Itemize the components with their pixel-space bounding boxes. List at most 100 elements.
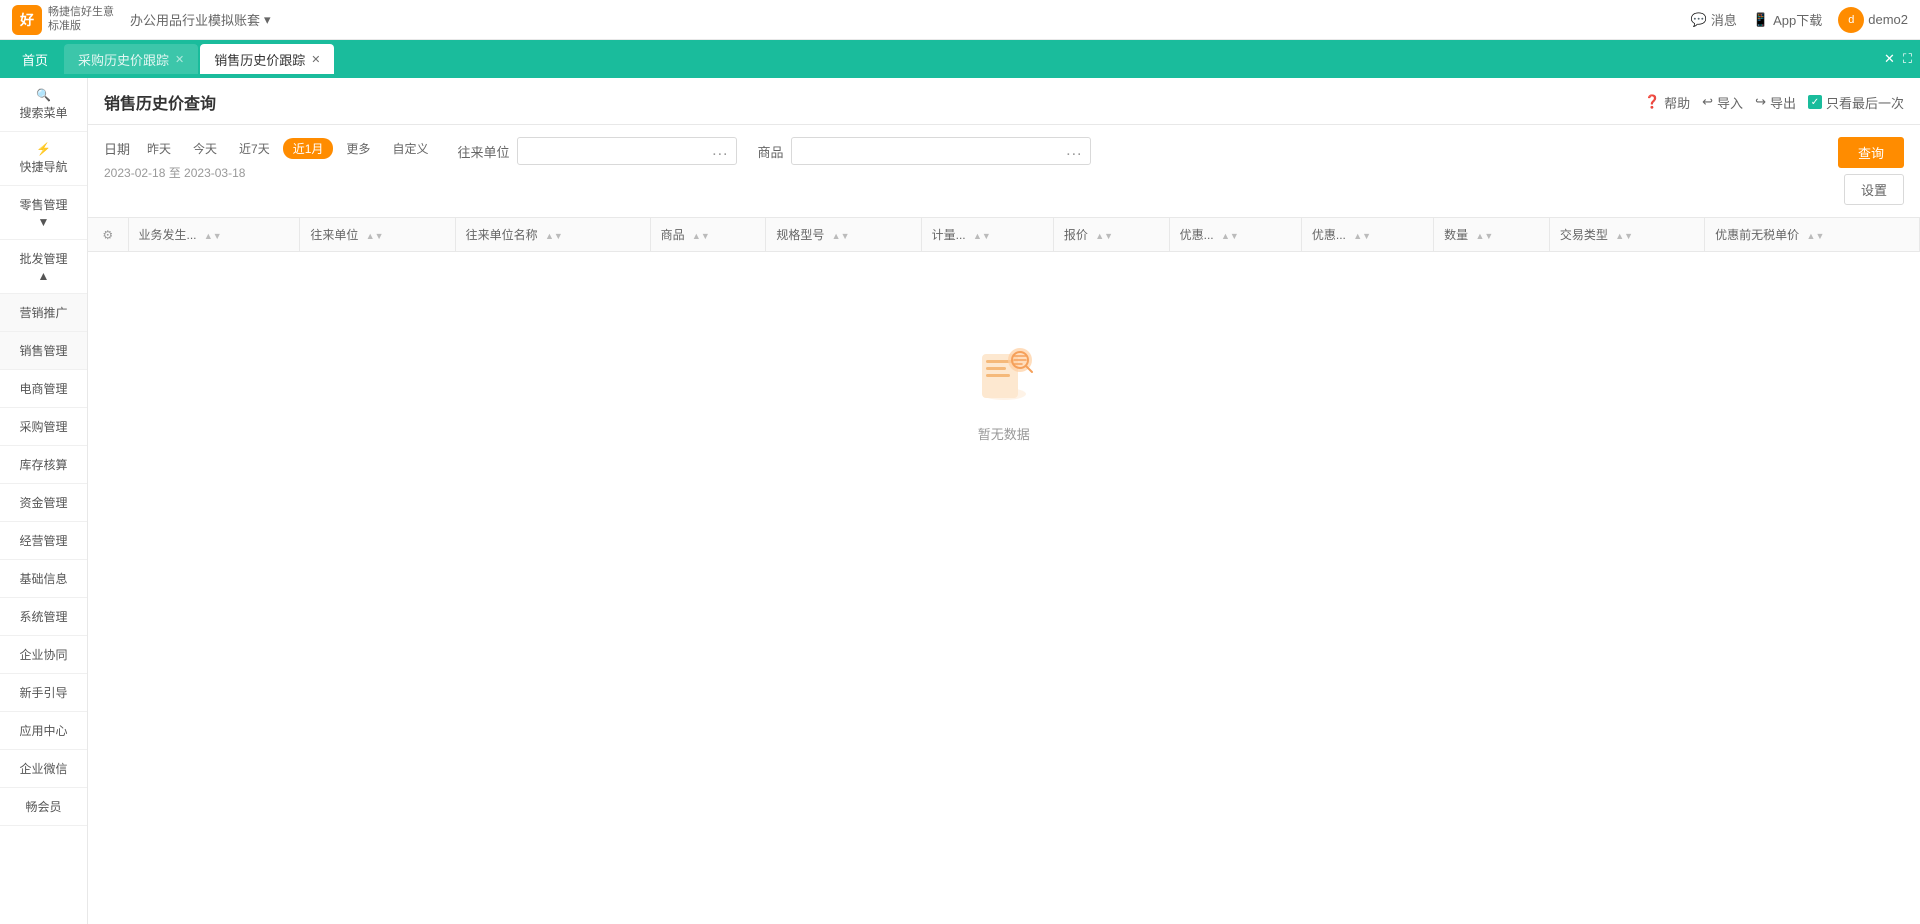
col-partner-name[interactable]: 往来单位名称 ▲▼ bbox=[455, 218, 650, 252]
page-header: 销售历史价查询 ❓ 帮助 ↩ 导入 ↪ 导出 ✓ 只看最后一次 bbox=[88, 78, 1920, 125]
help-icon: ❓ bbox=[1644, 94, 1660, 110]
sort-icon: ▲▼ bbox=[1475, 232, 1493, 241]
sidebar-item-finance[interactable]: 资金管理 bbox=[0, 484, 87, 522]
date-btn-yesterday[interactable]: 昨天 bbox=[138, 137, 180, 160]
col-price[interactable]: 报价 ▲▼ bbox=[1053, 218, 1169, 252]
user-menu[interactable]: d demo2 bbox=[1838, 7, 1908, 33]
col-biz-date[interactable]: 业务发生... ▲▼ bbox=[128, 218, 300, 252]
sidebar-item-marketing[interactable]: 营销推广 bbox=[0, 294, 87, 332]
query-button[interactable]: 查询 bbox=[1838, 137, 1904, 168]
filter-area: 日期 昨天 今天 近7天 近1月 更多 自定义 2023-02-18 至 202… bbox=[88, 125, 1920, 218]
export-button[interactable]: ↪ 导出 bbox=[1755, 93, 1796, 112]
partner-input[interactable]: ... bbox=[517, 137, 737, 165]
col-spec[interactable]: 规格型号 ▲▼ bbox=[766, 218, 921, 252]
export-icon: ↪ bbox=[1755, 94, 1766, 110]
help-button[interactable]: ❓ 帮助 bbox=[1644, 93, 1690, 112]
sort-icon: ▲▼ bbox=[1615, 232, 1633, 241]
settings-button[interactable]: 设置 bbox=[1844, 174, 1904, 205]
tab-purchase[interactable]: 采购历史价跟踪 ✕ bbox=[64, 44, 198, 74]
sidebar-item-app-center[interactable]: 应用中心 bbox=[0, 712, 87, 750]
product-input[interactable]: ... bbox=[791, 137, 1091, 165]
gear-icon[interactable]: ⚙ bbox=[102, 228, 113, 242]
chevron-up-icon: ▲ bbox=[38, 269, 50, 283]
sort-icon: ▲▼ bbox=[1353, 232, 1371, 241]
tab-bar-right: ✕ ⛶ bbox=[1884, 51, 1912, 67]
filter-product-group: 商品 ... bbox=[757, 137, 1091, 165]
top-bar-left: 好 畅捷信好生意 标准版 办公用品行业模拟账套 ▾ bbox=[12, 5, 279, 35]
data-table: ⚙ 业务发生... ▲▼ 往来单位 ▲▼ 往来单位名称 ▲▼ bbox=[88, 218, 1920, 523]
chevron-down-icon: ▼ bbox=[38, 215, 50, 229]
sidebar-item-shortcuts[interactable]: ⚡ 快捷导航 bbox=[0, 132, 87, 186]
sidebar-item-search[interactable]: 🔍 搜索菜单 bbox=[0, 78, 87, 132]
shortcuts-icon: ⚡ bbox=[36, 142, 51, 156]
col-discount1[interactable]: 优惠... ▲▼ bbox=[1169, 218, 1301, 252]
logo-area: 好 畅捷信好生意 标准版 bbox=[12, 5, 114, 35]
top-bar-right: 💬 消息 📱 App下载 d demo2 bbox=[1691, 7, 1908, 33]
close-window-icon[interactable]: ✕ bbox=[1884, 51, 1895, 67]
filter-right: 查询 设置 bbox=[1838, 137, 1904, 205]
tab-purchase-close[interactable]: ✕ bbox=[175, 53, 184, 66]
tab-sales-close[interactable]: ✕ bbox=[311, 53, 320, 66]
chevron-down-icon: ▾ bbox=[264, 12, 271, 28]
phone-icon: 📱 bbox=[1753, 12, 1769, 28]
date-btn-more[interactable]: 更多 bbox=[337, 137, 379, 160]
sort-icon: ▲▼ bbox=[545, 232, 563, 241]
import-icon: ↩ bbox=[1702, 94, 1713, 110]
col-settings[interactable]: ⚙ bbox=[88, 218, 128, 252]
tab-sales[interactable]: 销售历史价跟踪 ✕ bbox=[200, 44, 334, 74]
message-icon: 💬 bbox=[1691, 12, 1707, 28]
sidebar-item-retail[interactable]: 零售管理 ▼ bbox=[0, 186, 87, 240]
main-layout: 🔍 搜索菜单 ⚡ 快捷导航 零售管理 ▼ 批发管理 ▲ 营销推广 销售管理 电商… bbox=[0, 78, 1920, 924]
sidebar-item-basic[interactable]: 基础信息 bbox=[0, 560, 87, 598]
sort-icon: ▲▼ bbox=[692, 232, 710, 241]
product-dots: ... bbox=[1066, 142, 1082, 160]
sort-icon: ▲▼ bbox=[1807, 232, 1825, 241]
message-button[interactable]: 💬 消息 bbox=[1691, 10, 1737, 29]
page-title: 销售历史价查询 bbox=[104, 90, 216, 114]
date-btn-custom[interactable]: 自定义 bbox=[383, 137, 437, 160]
partner-dots: ... bbox=[712, 142, 728, 160]
top-bar: 好 畅捷信好生意 标准版 办公用品行业模拟账套 ▾ 💬 消息 📱 App下载 d… bbox=[0, 0, 1920, 40]
maximize-icon[interactable]: ⛶ bbox=[1903, 51, 1912, 67]
filter-date-group: 日期 昨天 今天 近7天 近1月 更多 自定义 bbox=[104, 137, 437, 160]
avatar: d bbox=[1838, 7, 1864, 33]
page-header-actions: ❓ 帮助 ↩ 导入 ↪ 导出 ✓ 只看最后一次 bbox=[1644, 93, 1904, 112]
sidebar-item-system[interactable]: 系统管理 bbox=[0, 598, 87, 636]
logo-text: 畅捷信好生意 标准版 bbox=[48, 6, 114, 32]
app-download-button[interactable]: 📱 App下载 bbox=[1753, 10, 1822, 29]
col-pre-tax-price[interactable]: 优惠前无税单价 ▲▼ bbox=[1705, 218, 1920, 252]
only-last-checkbox[interactable]: ✓ 只看最后一次 bbox=[1808, 93, 1904, 112]
col-discount2[interactable]: 优惠... ▲▼ bbox=[1301, 218, 1433, 252]
sort-icon: ▲▼ bbox=[832, 232, 850, 241]
date-range: 2023-02-18 至 2023-03-18 bbox=[104, 164, 437, 181]
sort-icon: ▲▼ bbox=[204, 232, 222, 241]
col-quantity[interactable]: 数量 ▲▼ bbox=[1434, 218, 1550, 252]
sidebar-item-enterprise[interactable]: 企业协同 bbox=[0, 636, 87, 674]
workspace-selector[interactable]: 办公用品行业模拟账套 ▾ bbox=[122, 6, 279, 33]
sort-icon: ▲▼ bbox=[1221, 232, 1239, 241]
import-button[interactable]: ↩ 导入 bbox=[1702, 93, 1743, 112]
date-btn-7days[interactable]: 近7天 bbox=[230, 137, 279, 160]
col-trade-type[interactable]: 交易类型 ▲▼ bbox=[1549, 218, 1704, 252]
sidebar-item-wholesale[interactable]: 批发管理 ▲ bbox=[0, 240, 87, 294]
filter-date-col: 日期 昨天 今天 近7天 近1月 更多 自定义 2023-02-18 至 202… bbox=[104, 137, 437, 181]
sidebar-item-purchase[interactable]: 采购管理 bbox=[0, 408, 87, 446]
tab-home[interactable]: 首页 bbox=[8, 44, 62, 74]
date-btn-1month[interactable]: 近1月 bbox=[283, 138, 334, 159]
sidebar-item-ecommerce[interactable]: 电商管理 bbox=[0, 370, 87, 408]
logo-icon: 好 bbox=[12, 5, 42, 35]
sort-icon: ▲▼ bbox=[1095, 232, 1113, 241]
sidebar-item-guide[interactable]: 新手引导 bbox=[0, 674, 87, 712]
sidebar-item-wechat[interactable]: 企业微信 bbox=[0, 750, 87, 788]
date-btn-today[interactable]: 今天 bbox=[184, 137, 226, 160]
sidebar-item-member[interactable]: 畅会员 bbox=[0, 788, 87, 826]
filter-partner-group: 往来单位 ... bbox=[457, 137, 737, 165]
col-product[interactable]: 商品 ▲▼ bbox=[650, 218, 766, 252]
col-partner-code[interactable]: 往来单位 ▲▼ bbox=[300, 218, 455, 252]
sidebar-item-sales-mgmt[interactable]: 销售管理 bbox=[0, 332, 87, 370]
tab-bar: 首页 采购历史价跟踪 ✕ 销售历史价跟踪 ✕ ✕ ⛶ bbox=[0, 40, 1920, 78]
col-unit[interactable]: 计量... ▲▼ bbox=[921, 218, 1053, 252]
sidebar-item-inventory[interactable]: 库存核算 bbox=[0, 446, 87, 484]
sidebar-item-operations[interactable]: 经营管理 bbox=[0, 522, 87, 560]
empty-text: 暂无数据 bbox=[978, 424, 1030, 443]
